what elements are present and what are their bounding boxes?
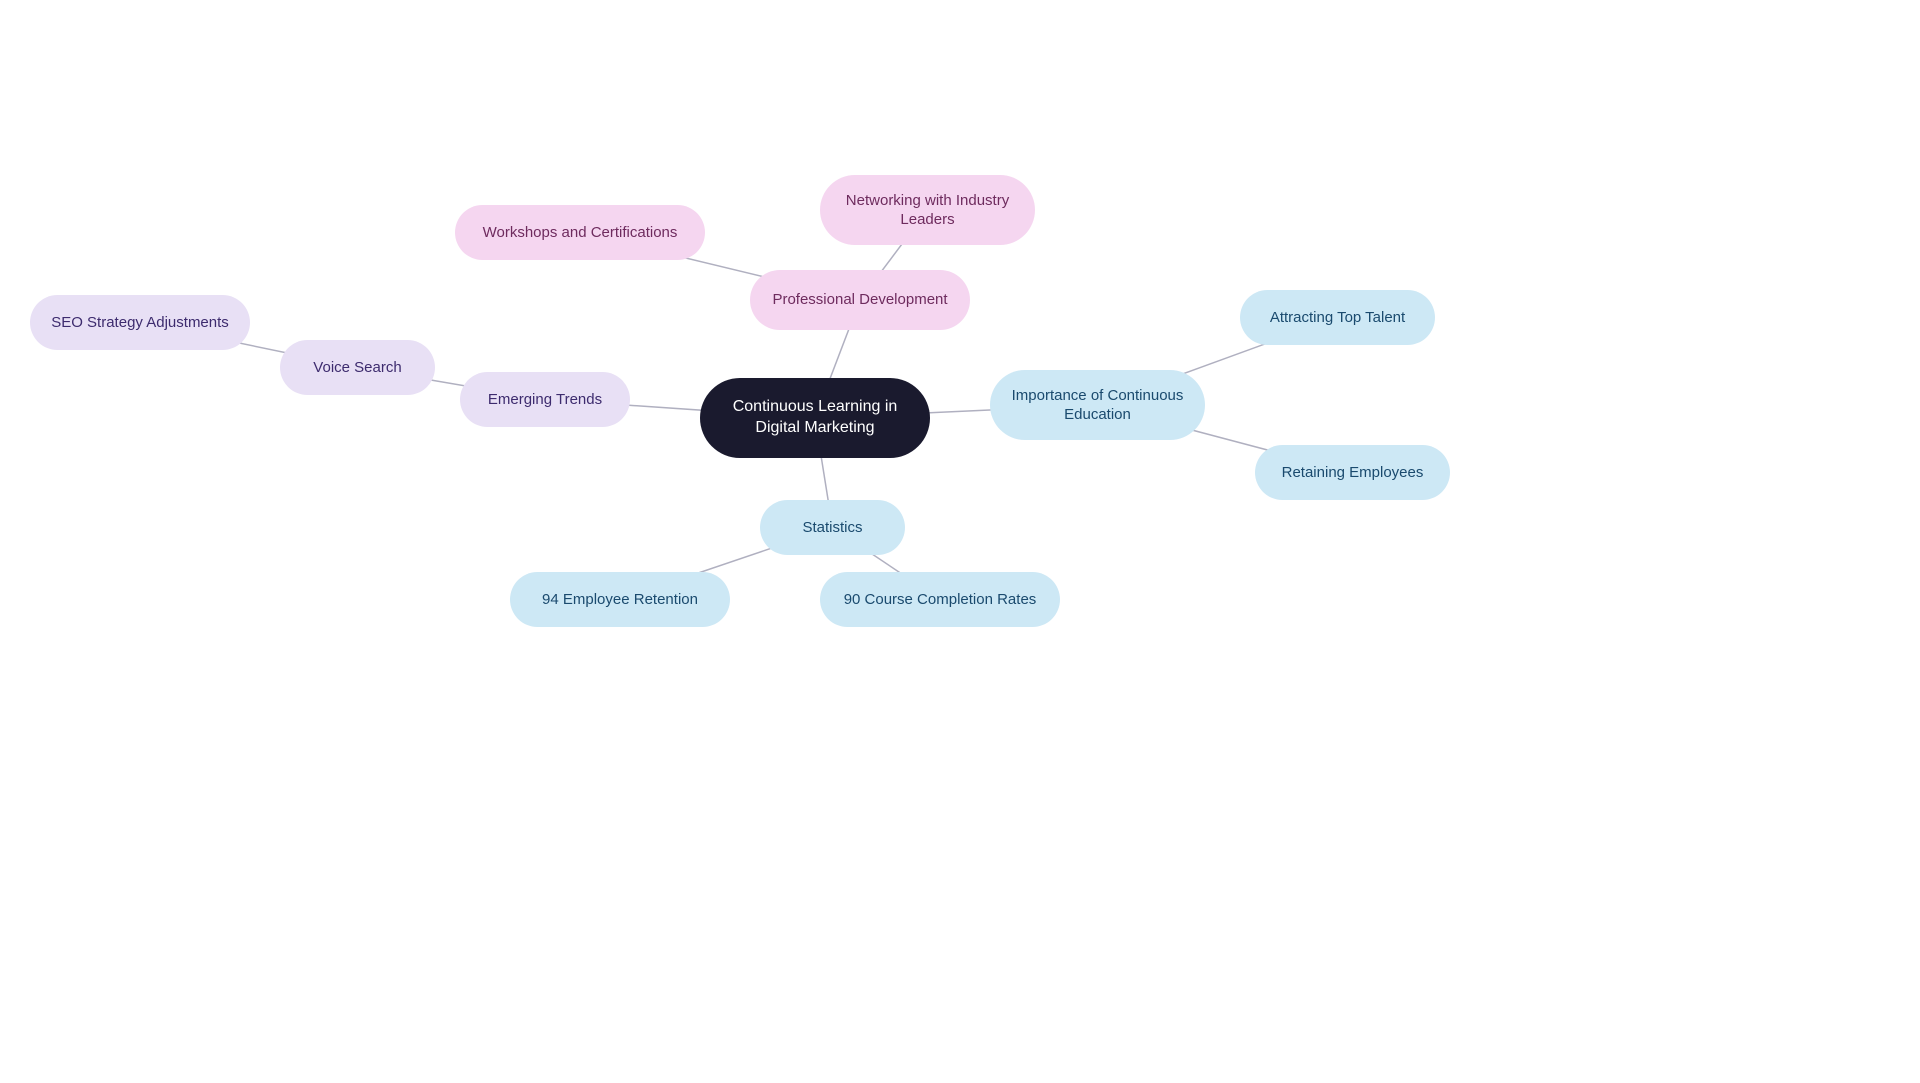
label-emerging-trends: Emerging Trends bbox=[488, 390, 602, 410]
label-course-completion: 90 Course Completion Rates bbox=[844, 590, 1037, 610]
label-retaining-employees: Retaining Employees bbox=[1282, 463, 1424, 483]
node-statistics[interactable]: Statistics bbox=[760, 500, 905, 555]
label-importance-cont-edu: Importance of Continuous Education bbox=[1010, 386, 1185, 425]
node-course-completion[interactable]: 90 Course Completion Rates bbox=[820, 572, 1060, 627]
node-professional-dev[interactable]: Professional Development bbox=[750, 270, 970, 330]
node-importance-cont-edu[interactable]: Importance of Continuous Education bbox=[990, 370, 1205, 440]
node-seo-strategy[interactable]: SEO Strategy Adjustments bbox=[30, 295, 250, 350]
node-employee-retention[interactable]: 94 Employee Retention bbox=[510, 572, 730, 627]
mindmap-container: Continuous Learning in Digital Marketing… bbox=[0, 0, 1920, 1083]
label-seo-strategy: SEO Strategy Adjustments bbox=[51, 313, 229, 333]
node-voice-search[interactable]: Voice Search bbox=[280, 340, 435, 395]
center-node[interactable]: Continuous Learning in Digital Marketing bbox=[700, 378, 930, 458]
label-professional-dev: Professional Development bbox=[772, 290, 947, 310]
node-attracting-talent[interactable]: Attracting Top Talent bbox=[1240, 290, 1435, 345]
label-statistics: Statistics bbox=[802, 518, 862, 538]
node-workshops[interactable]: Workshops and Certifications bbox=[455, 205, 705, 260]
node-networking[interactable]: Networking with Industry Leaders bbox=[820, 175, 1035, 245]
node-emerging-trends[interactable]: Emerging Trends bbox=[460, 372, 630, 427]
label-networking: Networking with Industry Leaders bbox=[840, 191, 1015, 230]
label-attracting-talent: Attracting Top Talent bbox=[1270, 308, 1405, 328]
center-label: Continuous Learning in Digital Marketing bbox=[720, 397, 910, 439]
label-voice-search: Voice Search bbox=[313, 358, 401, 378]
label-workshops: Workshops and Certifications bbox=[483, 223, 678, 243]
node-retaining-employees[interactable]: Retaining Employees bbox=[1255, 445, 1450, 500]
label-employee-retention: 94 Employee Retention bbox=[542, 590, 698, 610]
connections-svg bbox=[0, 0, 1920, 1083]
